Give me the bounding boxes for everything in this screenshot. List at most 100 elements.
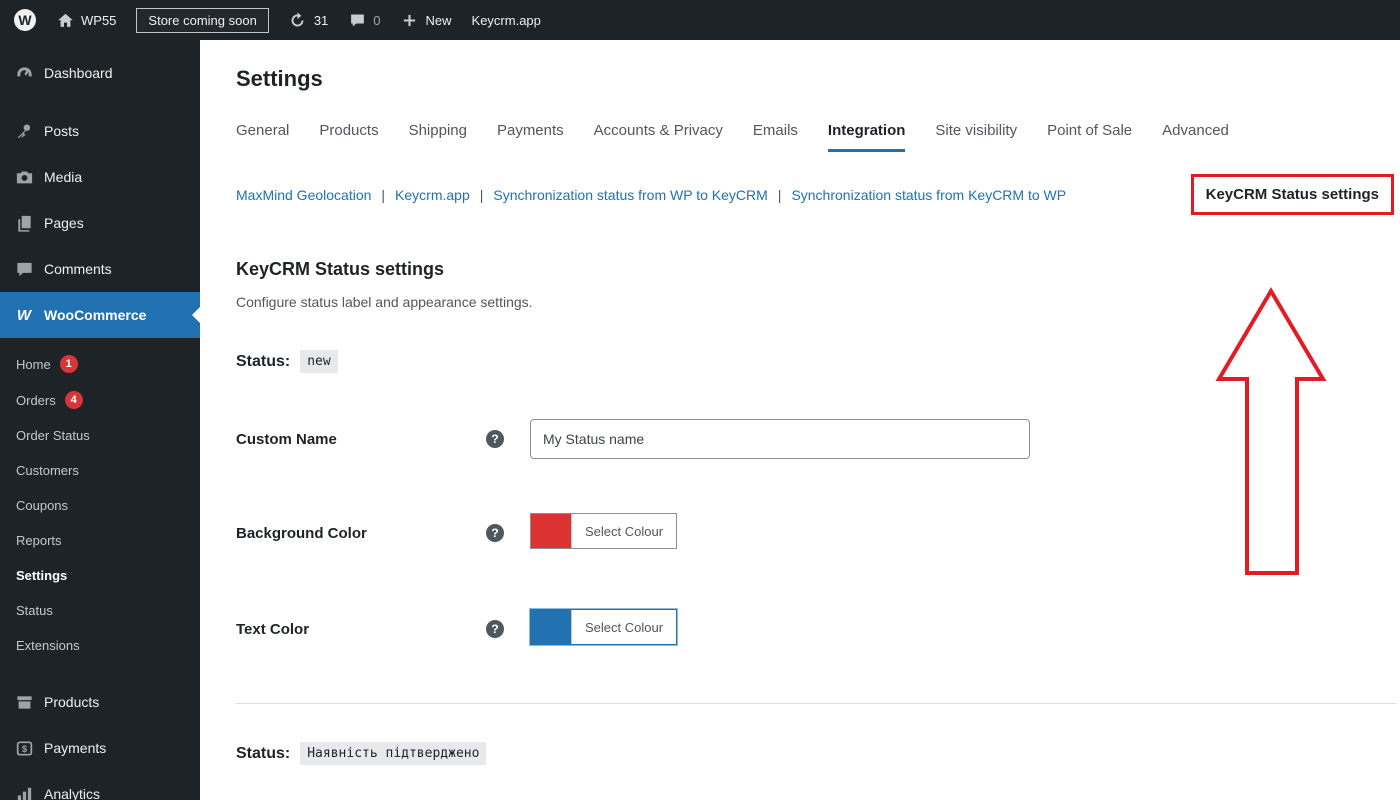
- orders-count-badge: 4: [64, 391, 83, 409]
- text-color-picker-button[interactable]: Select Colour: [530, 609, 678, 645]
- payments-dollar-icon: $: [14, 738, 34, 758]
- subnav-maxmind-geolocation[interactable]: MaxMind Geolocation: [236, 187, 371, 203]
- submenu-item-orders[interactable]: Orders 4: [0, 382, 200, 418]
- sidebar-item-label: Dashboard: [44, 65, 113, 81]
- text-color-field-row: Text Color ? Select Colour: [236, 609, 1400, 649]
- updates-refresh-icon: [289, 11, 307, 29]
- section-divider: [236, 703, 1396, 704]
- tab-products[interactable]: Products: [319, 122, 378, 152]
- custom-name-label: Custom Name: [236, 430, 337, 448]
- sidebar-item-pages[interactable]: Pages: [0, 200, 200, 246]
- text-color-label: Text Color: [236, 620, 310, 638]
- products-box-icon: [14, 692, 34, 712]
- pages-icon: [14, 213, 34, 233]
- custom-name-input[interactable]: [530, 419, 1030, 459]
- sidebar-separator: [0, 96, 200, 108]
- sidebar-item-label: Analytics: [44, 786, 101, 800]
- background-color-field-row: Background Color ? Select Colour: [236, 513, 1400, 553]
- section-description: Configure status label and appearance se…: [236, 294, 533, 310]
- wordpress-logo-menu[interactable]: W: [14, 9, 36, 31]
- subnav-separator: |: [777, 186, 782, 203]
- tab-emails[interactable]: Emails: [753, 122, 798, 152]
- tab-point-of-sale[interactable]: Point of Sale: [1047, 122, 1132, 152]
- sidebar-item-label: WooCommerce: [44, 307, 147, 323]
- sidebar-item-woocommerce[interactable]: W WooCommerce: [0, 292, 200, 338]
- submenu-item-coupons[interactable]: Coupons: [0, 488, 200, 523]
- main-content: Settings General Products Shipping Payme…: [200, 40, 1400, 800]
- tab-accounts-privacy[interactable]: Accounts & Privacy: [594, 122, 723, 152]
- select-colour-label: Select Colour: [571, 610, 677, 644]
- subnav-sync-keycrm-to-wp[interactable]: Synchronization status from KeyCRM to WP: [791, 187, 1066, 203]
- new-content-menu[interactable]: New: [401, 11, 452, 29]
- help-icon[interactable]: ?: [486, 524, 504, 542]
- sidebar-item-dashboard[interactable]: Dashboard: [0, 50, 200, 96]
- select-colour-label: Select Colour: [571, 514, 677, 548]
- sidebar-item-products[interactable]: Products: [0, 679, 200, 725]
- status-code-badge: Наявність підтверджено: [300, 742, 487, 765]
- subnav-keycrm-status-settings-highlighted[interactable]: KeyCRM Status settings: [1190, 174, 1394, 215]
- integration-subnav: MaxMind Geolocation | Keycrm.app | Synch…: [236, 174, 1400, 215]
- tab-integration[interactable]: Integration: [827, 122, 906, 152]
- sidebar-item-posts[interactable]: Posts: [0, 108, 200, 154]
- new-label: New: [425, 12, 452, 28]
- woocommerce-submenu: Home 1 Orders 4 Order Status Customers C…: [0, 338, 200, 673]
- submenu-item-status[interactable]: Status: [0, 593, 200, 628]
- updates-link[interactable]: 31: [289, 11, 328, 29]
- tab-general[interactable]: General: [236, 122, 289, 152]
- comment-bubble-icon: [348, 11, 366, 29]
- help-icon[interactable]: ?: [486, 620, 504, 638]
- admin-sidebar: Dashboard Posts Media Pages Comments W W…: [0, 40, 200, 800]
- sidebar-item-payments[interactable]: $ Payments: [0, 725, 200, 771]
- sidebar-item-analytics[interactable]: Analytics: [0, 771, 200, 800]
- comments-link[interactable]: 0: [348, 11, 381, 29]
- text-color-swatch: [531, 610, 571, 644]
- sidebar-item-label: Pages: [44, 215, 84, 231]
- status-row-2: Status: Наявність підтверджено: [236, 742, 1400, 765]
- subnav-separator: |: [479, 186, 484, 203]
- subnav-keycrm-app[interactable]: Keycrm.app: [395, 187, 470, 203]
- plus-icon: [401, 11, 419, 29]
- settings-tabs: General Products Shipping Payments Accou…: [236, 122, 1400, 152]
- tab-payments[interactable]: Payments: [497, 122, 564, 152]
- section-title: KeyCRM Status settings: [236, 259, 445, 279]
- site-name-label: WP55: [81, 12, 117, 28]
- subnav-separator: |: [381, 186, 386, 203]
- pushpin-icon: [14, 121, 34, 141]
- subnav-sync-wp-to-keycrm[interactable]: Synchronization status from WP to KeyCRM: [493, 187, 767, 203]
- svg-text:W: W: [17, 307, 33, 324]
- sidebar-item-comments[interactable]: Comments: [0, 246, 200, 292]
- tab-shipping[interactable]: Shipping: [409, 122, 467, 152]
- updates-count: 31: [313, 12, 329, 28]
- woocommerce-icon: W: [14, 305, 34, 325]
- home-count-badge: 1: [59, 355, 78, 373]
- admin-bar: W WP55 Store coming soon 31 0 New Keycrm…: [0, 0, 1400, 40]
- sidebar-item-label: Media: [44, 169, 83, 185]
- submenu-item-settings[interactable]: Settings: [0, 558, 200, 593]
- background-color-label: Background Color: [236, 524, 367, 542]
- help-icon[interactable]: ?: [486, 430, 504, 448]
- status-label: Status:: [236, 352, 291, 370]
- status-label: Status:: [236, 744, 291, 762]
- page-title: Settings: [236, 66, 323, 91]
- custom-name-field-row: Custom Name ?: [236, 419, 1400, 459]
- tab-advanced[interactable]: Advanced: [1162, 122, 1229, 152]
- svg-text:$: $: [21, 744, 27, 755]
- wordpress-logo-icon: W: [14, 9, 36, 31]
- submenu-item-extensions[interactable]: Extensions: [0, 628, 200, 663]
- current-page-title: Keycrm.app: [471, 12, 541, 28]
- site-name-link[interactable]: WP55: [56, 11, 116, 29]
- submenu-item-reports[interactable]: Reports: [0, 523, 200, 558]
- status-code-badge: new: [300, 350, 338, 373]
- background-color-picker-button[interactable]: Select Colour: [530, 513, 678, 549]
- dashboard-icon: [14, 63, 34, 83]
- camera-icon: [14, 167, 34, 187]
- tab-site-visibility[interactable]: Site visibility: [935, 122, 1017, 152]
- background-color-swatch: [531, 514, 571, 548]
- sidebar-item-label: Posts: [44, 123, 80, 139]
- submenu-item-order-status[interactable]: Order Status: [0, 418, 200, 453]
- submenu-item-home[interactable]: Home 1: [0, 346, 200, 382]
- bar-chart-icon: [14, 784, 34, 800]
- status-row-1: Status: new: [236, 350, 1400, 373]
- submenu-item-customers[interactable]: Customers: [0, 453, 200, 488]
- sidebar-item-media[interactable]: Media: [0, 154, 200, 200]
